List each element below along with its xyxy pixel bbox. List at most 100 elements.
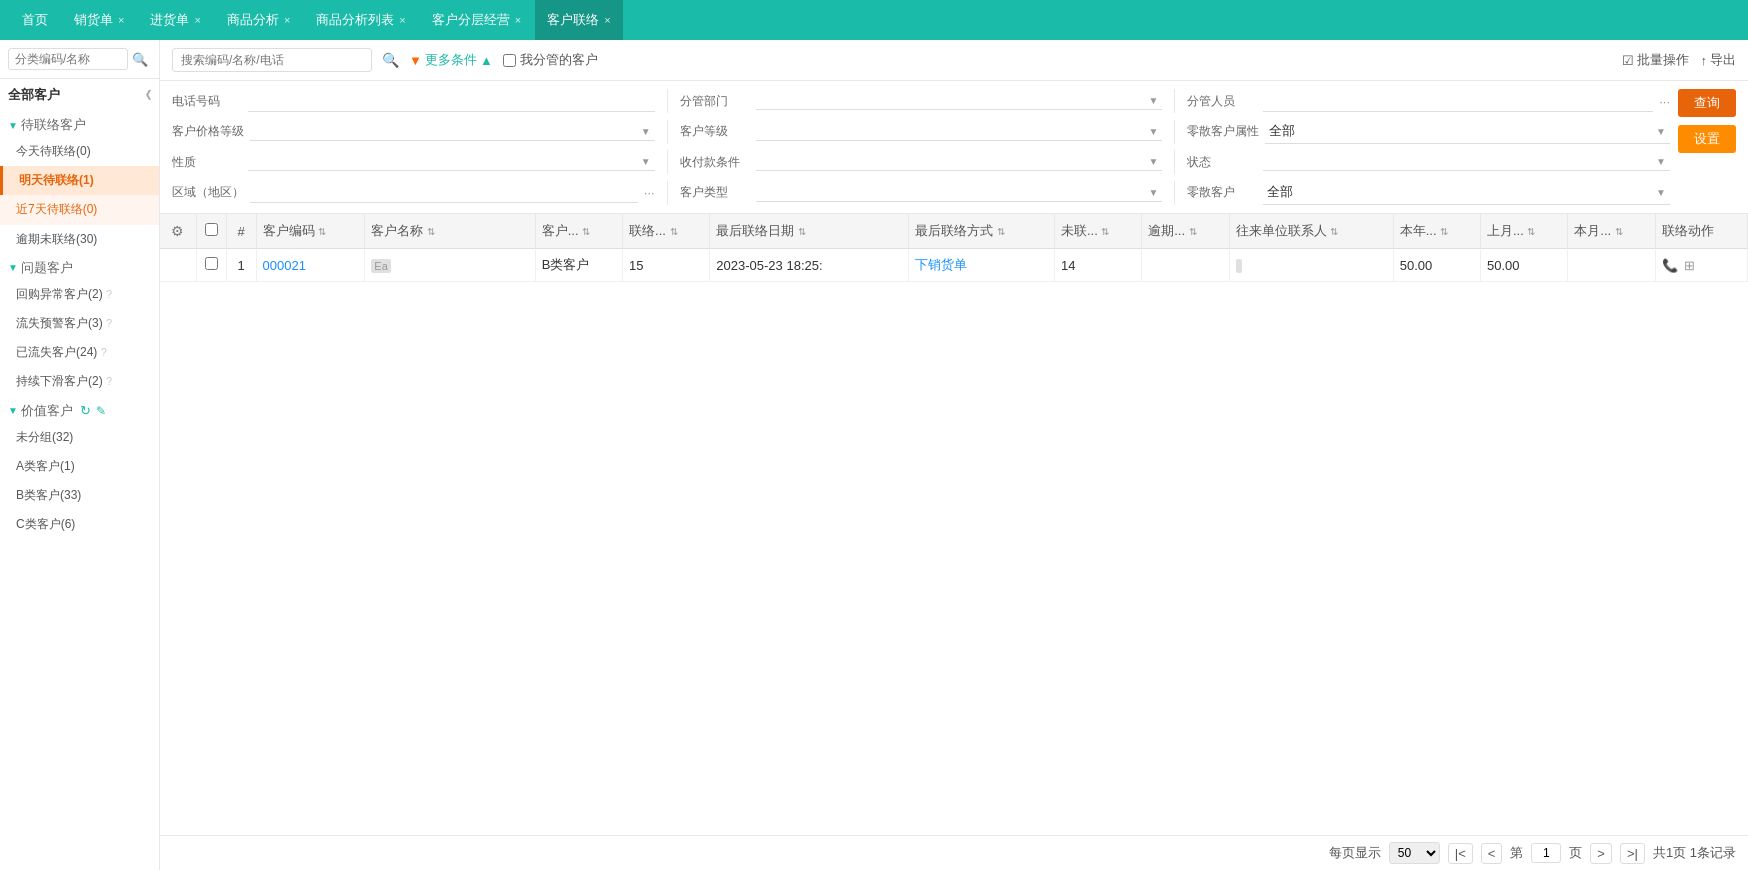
- region-dots-icon[interactable]: ···: [644, 185, 655, 200]
- data-table-container: ⚙ # 客户编码 ⇅ 客户名称 ⇅: [160, 214, 1748, 835]
- th-last-month[interactable]: 上月... ⇅: [1481, 214, 1568, 249]
- nav-home[interactable]: 首页: [10, 0, 60, 40]
- payment-select[interactable]: ▼: [756, 153, 1163, 171]
- close-tab-2-icon[interactable]: ×: [284, 0, 290, 40]
- sidebar-item-abnormal-repurchase[interactable]: 回购异常客户(2) ?: [0, 280, 159, 309]
- th-this-month[interactable]: 本月... ⇅: [1568, 214, 1655, 249]
- th-contacts[interactable]: 联络... ⇅: [623, 214, 710, 249]
- collapse-icon: 《: [140, 88, 151, 103]
- tab-label-4: 客户分层经营: [432, 0, 510, 40]
- nav-tab-3[interactable]: 商品分析列表 ×: [304, 0, 417, 40]
- close-tab-3-icon[interactable]: ×: [399, 0, 405, 40]
- grid-action-icon[interactable]: ⊞: [1684, 258, 1695, 273]
- sidebar-item-churn-warning[interactable]: 流失预警客户(3) ?: [0, 309, 159, 338]
- nature-select[interactable]: ▼: [248, 153, 655, 171]
- nav-tab-4[interactable]: 客户分层经营 ×: [420, 0, 533, 40]
- filter-field-customer-level: 客户等级 ▼: [680, 123, 1163, 141]
- per-page-select[interactable]: 50 100 200: [1389, 842, 1440, 864]
- all-customers-header[interactable]: 全部客户 《: [0, 79, 159, 111]
- sidebar-item-churned[interactable]: 已流失客户(24) ?: [0, 338, 159, 367]
- th-uncontacted[interactable]: 未联... ⇅: [1054, 214, 1141, 249]
- sidebar-item-class-b[interactable]: B类客户(33): [0, 481, 159, 510]
- sidebar-item-class-a[interactable]: A类客户(1): [0, 452, 159, 481]
- person-input[interactable]: [1263, 91, 1653, 112]
- page-number-input[interactable]: [1531, 843, 1561, 863]
- td-unit-contact: [1229, 249, 1393, 282]
- th-ovd-label: 逾期...: [1148, 223, 1185, 238]
- sidebar-item-tomorrow[interactable]: 明天待联络(1): [0, 166, 159, 195]
- nav-tab-1[interactable]: 进货单 ×: [138, 0, 212, 40]
- dept-select[interactable]: ▼: [756, 92, 1163, 110]
- top-nav: 首页 销货单 × 进货单 × 商品分析 × 商品分析列表 × 客户分层经营 × …: [0, 0, 1748, 40]
- status-select[interactable]: ▼: [1263, 153, 1670, 171]
- customer-type-select[interactable]: ▼: [756, 184, 1163, 202]
- td-code[interactable]: 000021: [256, 249, 365, 282]
- table-body: 1 000021 Ea B类客户 15 2023-05-23 18:25: 下销…: [160, 249, 1748, 282]
- filter-search-input[interactable]: [172, 48, 372, 72]
- sidebar-item-overdue[interactable]: 逾期未联络(30): [0, 225, 159, 254]
- next-page-btn[interactable]: >: [1590, 843, 1612, 864]
- retail-attr-select[interactable]: 全部 ▼: [1265, 119, 1670, 144]
- th-type[interactable]: 客户... ⇅: [535, 214, 622, 249]
- sidebar-item-declining[interactable]: 持续下滑客户(2) ?: [0, 367, 159, 396]
- th-this-year[interactable]: 本年... ⇅: [1393, 214, 1480, 249]
- filter-field-nature: 性质 ▼: [172, 153, 655, 171]
- more-conditions-btn[interactable]: ▼ 更多条件 ▲: [409, 51, 493, 69]
- phone-action-icon[interactable]: 📞: [1662, 258, 1678, 273]
- phone-input[interactable]: [248, 91, 655, 112]
- row-checkbox[interactable]: [205, 257, 218, 270]
- nav-tab-2[interactable]: 商品分析 ×: [215, 0, 302, 40]
- sidebar-search-icon[interactable]: 🔍: [132, 52, 148, 67]
- select-all-checkbox[interactable]: [205, 223, 218, 236]
- export-btn[interactable]: ↑ 导出: [1701, 51, 1737, 69]
- th-name[interactable]: 客户名称 ⇅: [365, 214, 535, 249]
- query-button[interactable]: 查询: [1678, 89, 1736, 117]
- th-unit-contact[interactable]: 往来单位联系人 ⇅: [1229, 214, 1393, 249]
- close-tab-4-icon[interactable]: ×: [515, 0, 521, 40]
- gear-icon[interactable]: ⚙: [171, 223, 184, 239]
- th-lcd-label: 最后联络日期: [716, 223, 794, 238]
- price-level-select[interactable]: ▼: [250, 123, 655, 141]
- payment-arrow: ▼: [1148, 156, 1158, 167]
- th-uc-label: 往来单位联系人: [1236, 223, 1327, 238]
- my-customers-checkbox[interactable]: 我分管的客户: [503, 51, 598, 69]
- close-tab-1-icon[interactable]: ×: [194, 0, 200, 40]
- retail-select[interactable]: 全部 ▼: [1263, 180, 1670, 205]
- batch-op-btn[interactable]: ☑ 批量操作: [1622, 51, 1689, 69]
- refresh-icon[interactable]: ↻: [80, 403, 91, 418]
- first-page-btn[interactable]: |<: [1448, 843, 1473, 864]
- sidebar-item-today[interactable]: 今天待联络(0): [0, 137, 159, 166]
- sidebar-search-input[interactable]: [8, 48, 128, 70]
- th-checkbox[interactable]: [196, 214, 226, 249]
- group-pending-label: 待联络客户: [21, 116, 86, 134]
- filter-search-icon[interactable]: 🔍: [382, 52, 399, 68]
- customer-code-link[interactable]: 000021: [263, 258, 306, 273]
- filter-row-4: 区域（地区） ··· 客户类型 ▼: [172, 180, 1670, 205]
- person-dots-icon[interactable]: ···: [1659, 94, 1670, 109]
- td-last-method[interactable]: 下销货单: [909, 249, 1055, 282]
- td-name[interactable]: Ea: [365, 249, 535, 282]
- th-gear[interactable]: ⚙: [160, 214, 196, 249]
- th-code[interactable]: 客户编码 ⇅: [256, 214, 365, 249]
- last-method-link[interactable]: 下销货单: [915, 257, 967, 272]
- sidebar-item-7days[interactable]: 近7天待联络(0): [0, 195, 159, 224]
- sidebar-item-ungrouped[interactable]: 未分组(32): [0, 423, 159, 452]
- last-page-btn[interactable]: >|: [1620, 843, 1645, 864]
- set-button[interactable]: 设置: [1678, 125, 1736, 153]
- th-overdue[interactable]: 逾期... ⇅: [1142, 214, 1229, 249]
- table-row: 1 000021 Ea B类客户 15 2023-05-23 18:25: 下销…: [160, 249, 1748, 282]
- prev-page-btn[interactable]: <: [1481, 843, 1503, 864]
- filter-right-actions: ☑ 批量操作 ↑ 导出: [1622, 51, 1737, 69]
- my-customers-check[interactable]: [503, 54, 516, 67]
- nav-tab-0[interactable]: 销货单 ×: [62, 0, 136, 40]
- customer-level-select[interactable]: ▼: [756, 123, 1163, 141]
- edit-icon[interactable]: ✎: [96, 404, 106, 418]
- region-input[interactable]: [250, 182, 638, 203]
- th-last-contact-date[interactable]: 最后联络日期 ⇅: [710, 214, 909, 249]
- th-last-contact-method[interactable]: 最后联络方式 ⇅: [909, 214, 1055, 249]
- sidebar-item-class-c[interactable]: C类客户(6): [0, 510, 159, 539]
- close-tab-0-icon[interactable]: ×: [118, 0, 124, 40]
- nav-tab-5[interactable]: 客户联络 ×: [535, 0, 622, 40]
- td-checkbox[interactable]: [196, 249, 226, 282]
- close-tab-5-icon[interactable]: ×: [604, 0, 610, 40]
